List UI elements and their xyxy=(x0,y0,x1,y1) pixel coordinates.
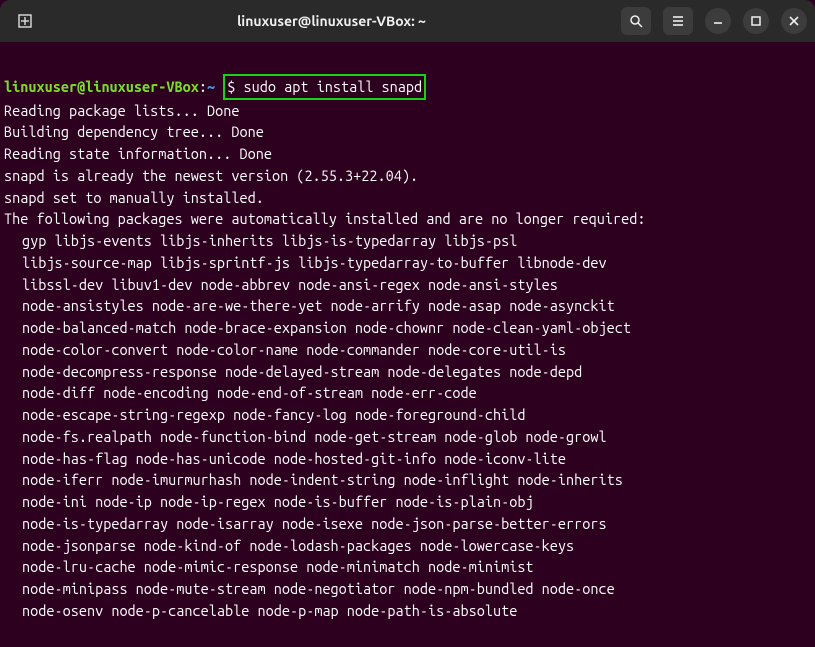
command-highlight: $ sudo apt install snapd xyxy=(223,74,426,100)
maximize-button[interactable] xyxy=(743,8,769,34)
output-line: node-is-typedarray node-isarray node-ise… xyxy=(4,513,811,535)
menu-button[interactable] xyxy=(663,7,693,35)
output-line: node-balanced-match node-brace-expansion… xyxy=(4,317,811,339)
output-line: Reading package lists... Done xyxy=(4,102,239,119)
output-line: node-jsonparse node-kind-of node-lodash-… xyxy=(4,535,811,557)
output-line: node-color-convert node-color-name node-… xyxy=(4,339,811,361)
prompt-sep: : xyxy=(199,78,207,95)
output-line: libjs-source-map libjs-sprintf-js libjs-… xyxy=(4,252,811,274)
output-line: node-ansistyles node-are-we-there-yet no… xyxy=(4,295,811,317)
output-line: snapd is already the newest version (2.5… xyxy=(4,167,418,184)
output-line: libssl-dev libuv1-dev node-abbrev node-a… xyxy=(4,274,811,296)
search-button[interactable] xyxy=(621,7,651,35)
output-line: snapd set to manually installed. xyxy=(4,189,264,206)
prompt-dollar: $ xyxy=(227,78,243,95)
output-line: node-lru-cache node-mimic-response node-… xyxy=(4,556,811,578)
output-line: node-decompress-response node-delayed-st… xyxy=(4,361,811,383)
output-line: node-minipass node-mute-stream node-nego… xyxy=(4,578,811,600)
titlebar-right-controls xyxy=(621,7,807,35)
output-line: gyp libjs-events libjs-inherits libjs-is… xyxy=(4,230,811,252)
new-tab-button[interactable] xyxy=(8,6,42,36)
output-line: Reading state information... Done xyxy=(4,145,272,162)
output-line: node-ini node-ip node-ip-regex node-is-b… xyxy=(4,491,811,513)
minimize-button[interactable] xyxy=(705,8,731,34)
output-line: node-diff node-encoding node-end-of-stre… xyxy=(4,382,811,404)
output-line: node-escape-string-regexp node-fancy-log… xyxy=(4,404,811,426)
close-button[interactable] xyxy=(781,8,807,34)
output-line: node-fs.realpath node-function-bind node… xyxy=(4,426,811,448)
output-line: node-osenv node-p-cancelable node-p-map … xyxy=(4,600,811,622)
output-line: Building dependency tree... Done xyxy=(4,123,264,140)
command-text: sudo apt install snapd xyxy=(244,78,423,95)
titlebar: linuxuser@linuxuser-VBox: ~ xyxy=(0,0,815,42)
window-title: linuxuser@linuxuser-VBox: ~ xyxy=(48,13,615,29)
prompt-userhost: linuxuser@linuxuser-VBox xyxy=(4,78,199,95)
terminal-body[interactable]: linuxuser@linuxuser-VBox:~ $ sudo apt in… xyxy=(0,42,815,647)
prompt-cwd: ~ xyxy=(207,78,215,95)
output-line: The following packages were automaticall… xyxy=(4,210,645,227)
titlebar-left-controls xyxy=(8,6,42,36)
output-line: node-has-flag node-has-unicode node-host… xyxy=(4,448,811,470)
output-line: node-iferr node-imurmurhash node-indent-… xyxy=(4,469,811,491)
